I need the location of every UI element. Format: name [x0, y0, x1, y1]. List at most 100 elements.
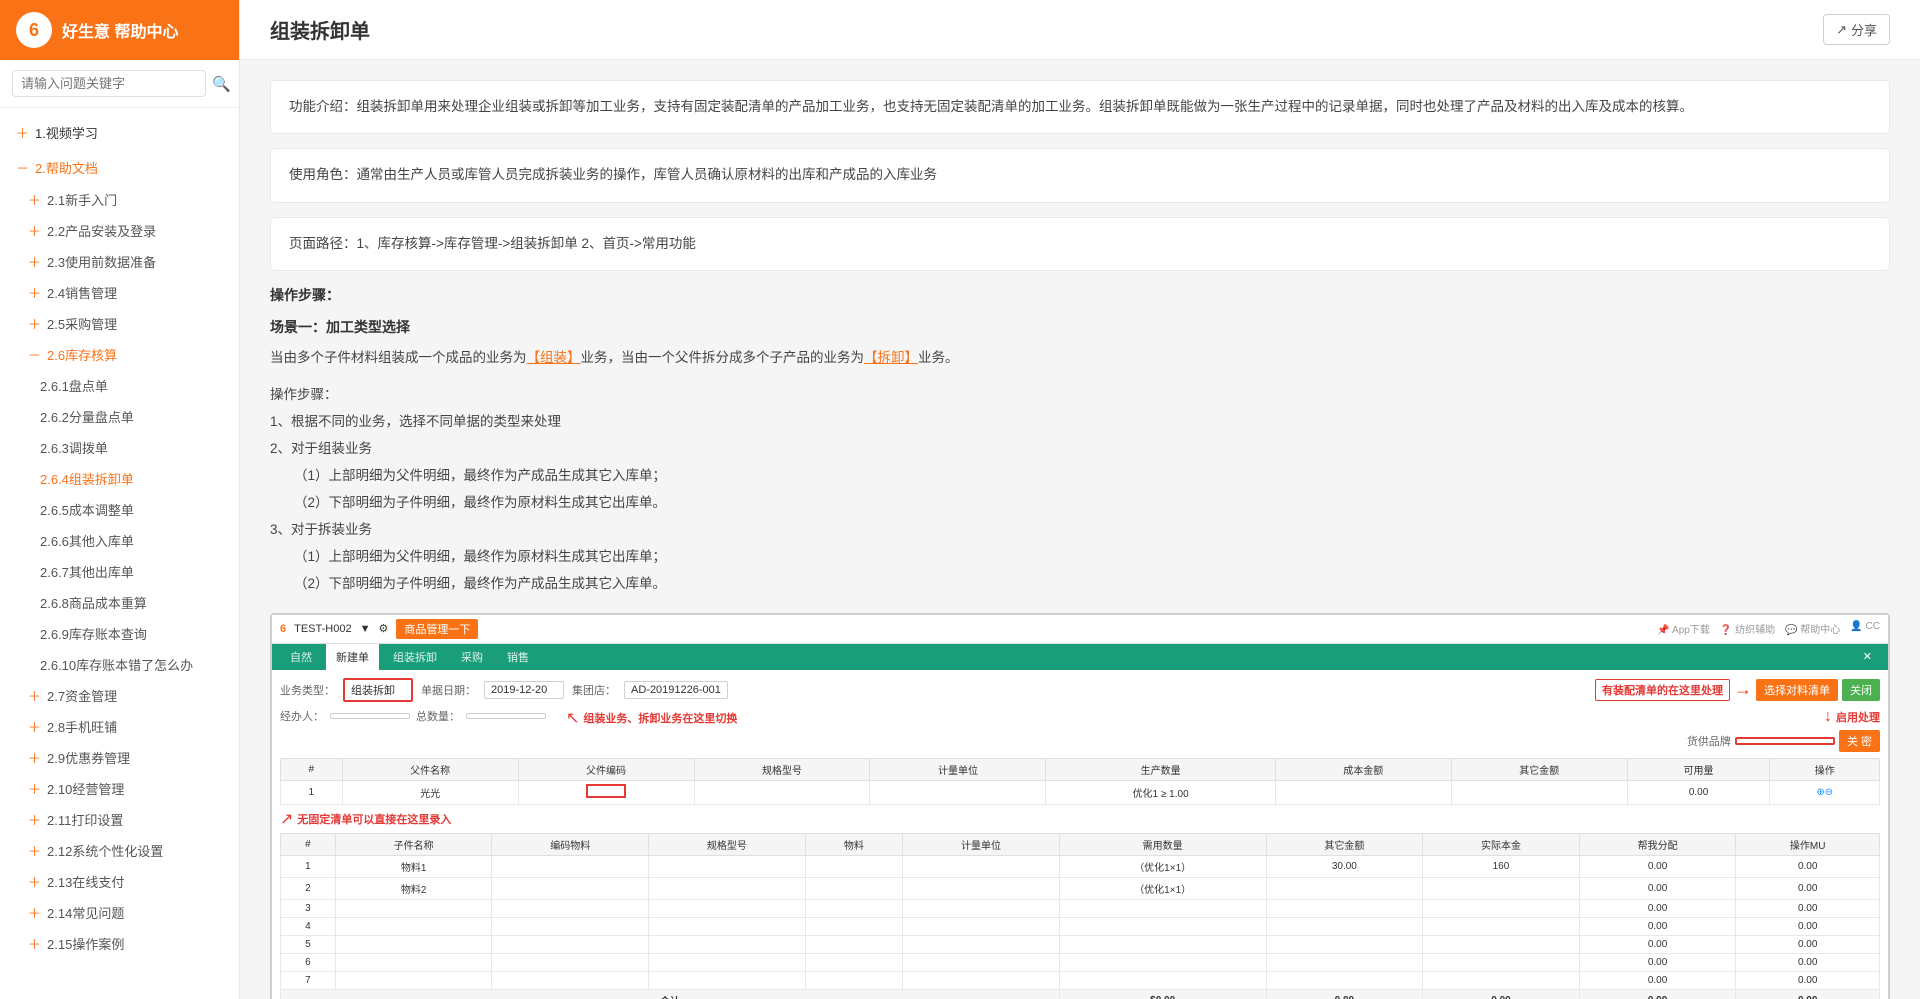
sidebar-item-other-outbound[interactable]: 2.6.7其他出库单	[0, 556, 239, 587]
input-biz-type[interactable]: 组装拆卸	[343, 678, 413, 702]
nav-sub-items-docs: ＋ 2.1新手入门 ＋ 2.2产品安装及登录 ＋ 2.3使用前数据准备 ＋ 2.…	[0, 184, 239, 959]
cell-spec	[694, 780, 870, 804]
intro-text: 功能介绍：组装拆卸单用来处理企业组装或拆卸等加工业务，支持有固定装配清单的产品加…	[289, 95, 1871, 119]
sidebar-item-business[interactable]: ＋ 2.10经营管理	[0, 773, 239, 804]
table-row: 70.000.00	[281, 971, 1880, 989]
plus-icon-small: ＋	[28, 221, 41, 240]
table-row: 40.000.00	[281, 917, 1880, 935]
sidebar-item-inventory-error[interactable]: 2.6.10库存账本错了怎么办	[0, 649, 239, 680]
btn-close[interactable]: 关闭	[1842, 679, 1880, 701]
sidebar-item-payment[interactable]: ＋ 2.13在线支付	[0, 866, 239, 897]
sidebar-item-mobile[interactable]: ＋ 2.8手机旺铺	[0, 711, 239, 742]
app-form-area: 业务类型： 组装拆卸 单据日期： 2019-12-20 集团店： AD-2019…	[272, 670, 1888, 999]
minus-icon: －	[16, 158, 29, 177]
sidebar-item-finance[interactable]: ＋ 2.7资金管理	[0, 680, 239, 711]
app-nav-close[interactable]: ✕	[1855, 646, 1880, 667]
app-icons-right: 📌 App下载 ❓ 纺织辅助 💬 帮助中心 👤 CC	[1657, 621, 1880, 636]
sidebar-item-cost-adjust[interactable]: 2.6.5成本调整单	[0, 494, 239, 525]
sidebar-item-cost-recalc[interactable]: 2.6.8商品成本重算	[0, 587, 239, 618]
scenario1-title: 场景一：加工类型选择	[270, 317, 1890, 337]
sidebar-item-video-learning[interactable]: ＋ 1.视频学习	[0, 116, 239, 149]
link-disassembly[interactable]: 【拆卸】	[864, 350, 918, 365]
annotation-area-4: ↗ 无固定清单可以直接在这里录入	[280, 809, 1880, 829]
cell-code	[518, 780, 694, 804]
sidebar-item-purchase[interactable]: ＋ 2.5采购管理	[0, 308, 239, 339]
sidebar-item-partial-stocktake[interactable]: 2.6.2分量盘点单	[0, 401, 239, 432]
cell-action[interactable]: ⊕⊖	[1770, 780, 1880, 804]
form-row-inner: 经办人： 总数量：	[280, 708, 546, 724]
sidebar-item-assembly[interactable]: 2.6.4组装拆卸单	[0, 463, 239, 494]
arrow-icon-4: ↗	[280, 809, 293, 829]
input-yonyou[interactable]	[1735, 737, 1835, 745]
cell-prod-qty: 优化1 ≥ 1.00	[1046, 780, 1275, 804]
sidebar-item-coupon[interactable]: ＋ 2.9优惠券管理	[0, 742, 239, 773]
share-button[interactable]: ↗ 分享	[1823, 14, 1890, 45]
app-nav-assembly[interactable]: 组装拆卸	[383, 644, 447, 670]
label-biz-type: 业务类型：	[280, 682, 335, 698]
app-icon-flag: 📌 App下载	[1657, 621, 1709, 636]
sidebar-item-help-docs[interactable]: － 2.帮助文档	[0, 151, 239, 184]
th-c-other-amt: 其它金额	[1266, 833, 1423, 855]
sidebar-item-cases[interactable]: ＋ 2.15操作案例	[0, 928, 239, 959]
th-c-name: 子件名称	[335, 833, 492, 855]
app-nav-purchase[interactable]: 采购	[451, 644, 493, 670]
input-date[interactable]: 2019-12-20	[484, 681, 564, 699]
input-group-shop[interactable]: AD-20191226-001	[624, 681, 728, 699]
annotation-area-2: ↖ 组装业务、拆卸业务在这里切换	[566, 708, 737, 728]
app-logo-small: 6	[280, 623, 286, 635]
sidebar-item-inventory[interactable]: － 2.6库存核算	[0, 339, 239, 370]
th-avail-qty: 可用量	[1627, 758, 1770, 780]
app-nav-bar: 自然 新建单 组装拆卸 采购 销售 ✕	[272, 644, 1888, 670]
search-input[interactable]	[12, 70, 206, 97]
th-c-unit: 计量单位	[903, 833, 1060, 855]
plus-icon-small: ＋	[28, 252, 41, 271]
sidebar-item-other-inbound[interactable]: 2.6.6其他入库单	[0, 525, 239, 556]
sidebar-item-faq[interactable]: ＋ 2.14常见问题	[0, 897, 239, 928]
app-settings-icon: ⚙	[378, 622, 388, 635]
btn-select-bom[interactable]: 选择对料清单	[1756, 679, 1838, 701]
role-text: 使用角色：通常由生产人员或库管人员完成拆装业务的操作，库管人员确认原材料的出库和…	[289, 163, 1871, 187]
app-nav-new-order[interactable]: 新建单	[326, 644, 379, 670]
table-row: 60.000.00	[281, 953, 1880, 971]
app-screenshot: 6 TEST-H002 ▼ ⚙ 商品管理一下 📌 App下载 ❓ 纺织辅助 💬 …	[271, 614, 1889, 999]
intro-block: 功能介绍：组装拆卸单用来处理企业组装或拆卸等加工业务，支持有固定装配清单的产品加…	[270, 80, 1890, 134]
sidebar-nav: ＋ 1.视频学习 － 2.帮助文档 ＋ 2.1新手入门 ＋ 2.2产品安装及登录	[0, 108, 239, 999]
label-qty: 总数量：	[416, 708, 460, 724]
cell-name: 光光	[342, 780, 518, 804]
yonyou-search-area: 货供品牌 关 密	[1687, 730, 1880, 752]
app-test-id: TEST-H002	[294, 623, 351, 635]
main-content: 组装拆卸单 ↗ 分享 功能介绍：组装拆卸单用来处理企业组装或拆卸等加工业务，支持…	[240, 0, 1920, 999]
table-row: 30.000.00	[281, 899, 1880, 917]
sidebar-item-inventory-query[interactable]: 2.6.9库存账本查询	[0, 618, 239, 649]
sidebar-item-data-prep[interactable]: ＋ 2.3使用前数据准备	[0, 246, 239, 277]
sidebar-item-print[interactable]: ＋ 2.11打印设置	[0, 804, 239, 835]
search-button[interactable]: 🔍	[212, 75, 231, 93]
input-qty[interactable]	[466, 713, 546, 719]
app-order-mgmt-tag[interactable]: 商品管理一下	[396, 619, 478, 639]
cell-no: 1	[281, 780, 343, 804]
th-parent-name: 父件名称	[342, 758, 518, 780]
sidebar-item-beginner[interactable]: ＋ 2.1新手入门	[0, 184, 239, 215]
sidebar-item-install[interactable]: ＋ 2.2产品安装及登录	[0, 215, 239, 246]
plus-icon-small: ＋	[28, 190, 41, 209]
path-block: 页面路径：1、库存核算->库存管理->组装拆卸单 2、首页->常用功能	[270, 217, 1890, 271]
app-user-avatar: 👤 CC	[1850, 621, 1880, 636]
input-person[interactable]	[330, 713, 410, 719]
link-assembly[interactable]: 【组装】	[527, 350, 581, 365]
sidebar-item-personalize[interactable]: ＋ 2.12系统个性化设置	[0, 835, 239, 866]
label-group-shop: 集团店：	[572, 682, 616, 698]
plus-icon-small: ＋	[28, 283, 41, 302]
sidebar: 6 好生意 帮助中心 🔍 ＋ 1.视频学习 － 2.帮助文档 ＋ 2.1新手入门	[0, 0, 240, 999]
app-nav-home[interactable]: 自然	[280, 644, 322, 670]
step-intro: 操作步骤：	[270, 381, 1890, 408]
role-block: 使用角色：通常由生产人员或库管人员完成拆装业务的操作，库管人员确认原材料的出库和…	[270, 148, 1890, 202]
sidebar-item-stocktake[interactable]: 2.6.1盘点单	[0, 370, 239, 401]
table-row: 2 物料2 （优化1×1） 0.00 0.00	[281, 877, 1880, 899]
sidebar-item-sales[interactable]: ＋ 2.4销售管理	[0, 277, 239, 308]
app-nav-sales[interactable]: 销售	[497, 644, 539, 670]
btn-confirm[interactable]: 关 密	[1839, 730, 1880, 752]
sidebar-item-transfer[interactable]: 2.6.3调拨单	[0, 432, 239, 463]
cell-other	[1451, 780, 1627, 804]
content-body: 功能介绍：组装拆卸单用来处理企业组装或拆卸等加工业务，支持有固定装配清单的产品加…	[240, 60, 1920, 999]
th-other-amt: 其它金额	[1451, 758, 1627, 780]
